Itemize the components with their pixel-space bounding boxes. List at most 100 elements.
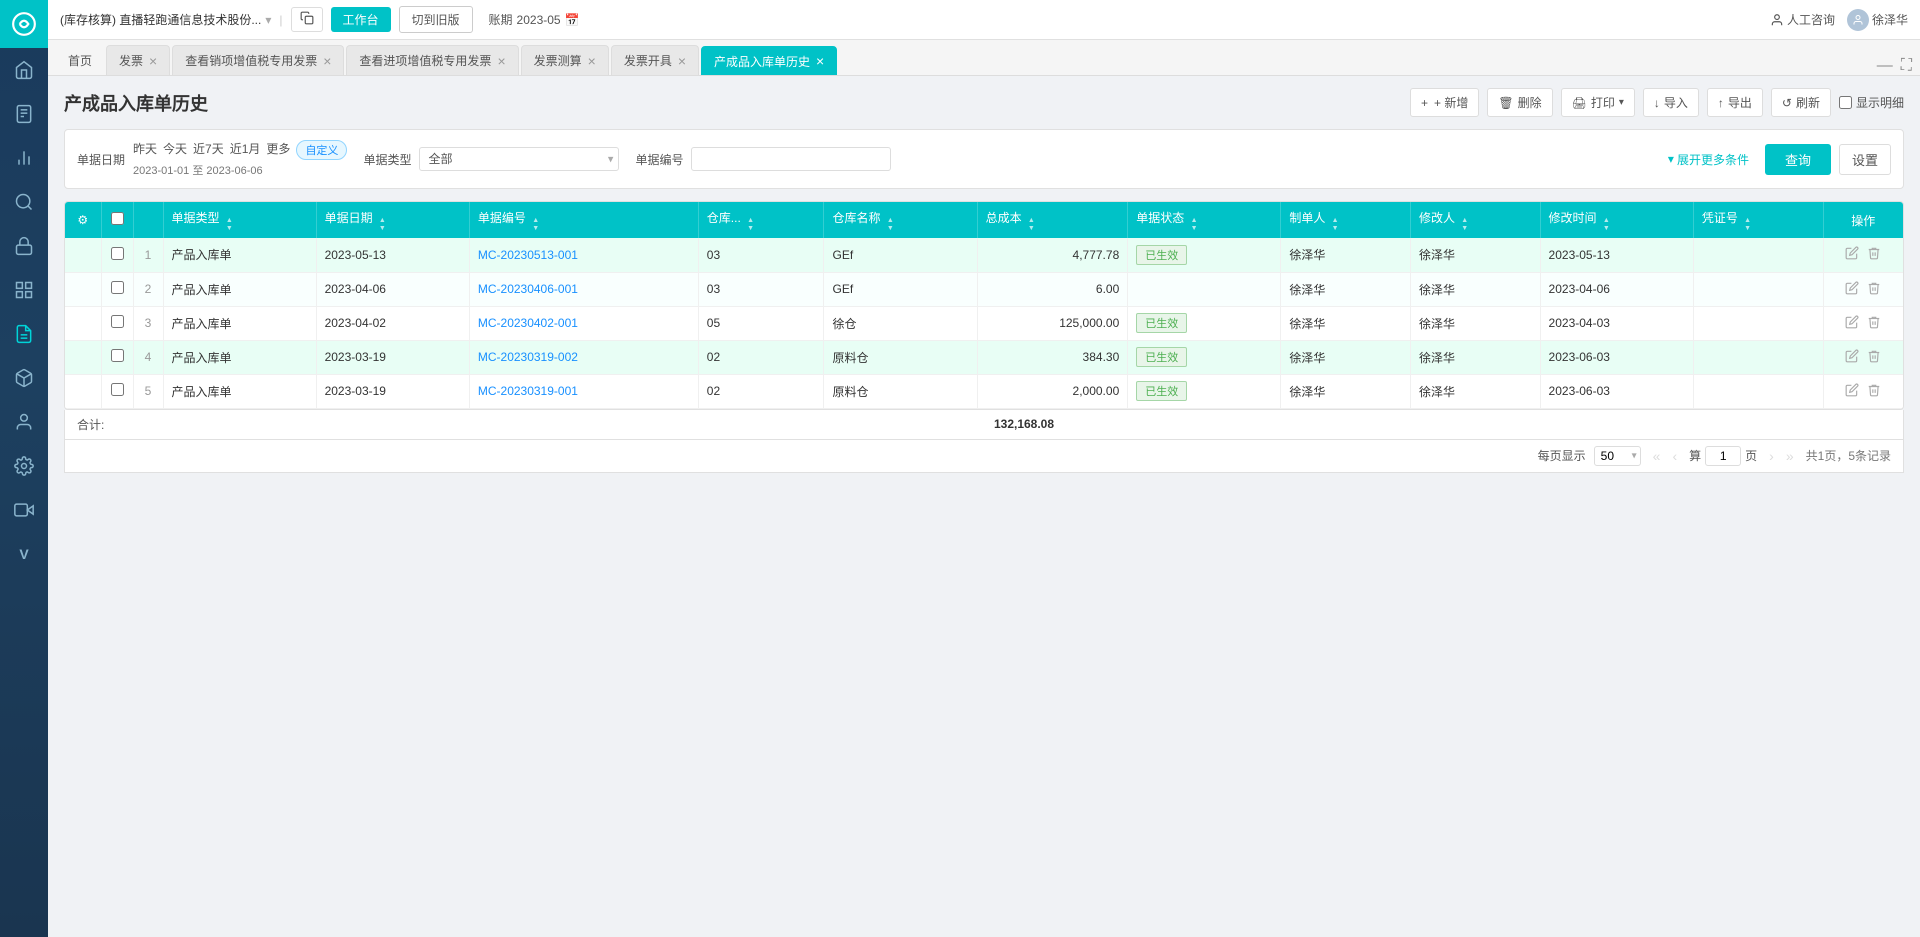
next-page-btn[interactable]: › bbox=[1765, 446, 1778, 466]
col-date[interactable]: 单据日期 ▲▼ bbox=[316, 202, 469, 238]
query-btn[interactable]: 查询 bbox=[1765, 144, 1831, 175]
row-checkbox-cell[interactable] bbox=[101, 374, 133, 408]
col-status[interactable]: 单据状态 ▲▼ bbox=[1128, 202, 1281, 238]
row-delete-icon[interactable] bbox=[1867, 246, 1881, 263]
row-checkbox-cell[interactable] bbox=[101, 238, 133, 272]
sidebar-item-lock[interactable] bbox=[0, 224, 48, 268]
col-voucher[interactable]: 凭证号 ▲▼ bbox=[1693, 202, 1823, 238]
row-number[interactable]: MC-20230513-001 bbox=[469, 238, 698, 272]
row-delete-icon[interactable] bbox=[1867, 281, 1881, 298]
row-number[interactable]: MC-20230319-002 bbox=[469, 340, 698, 374]
sidebar-item-v[interactable]: V bbox=[0, 532, 48, 576]
row-delete-icon[interactable] bbox=[1867, 383, 1881, 400]
date-today[interactable]: 今天 bbox=[163, 140, 187, 160]
col-modify-time[interactable]: 修改时间 ▲▼ bbox=[1540, 202, 1693, 238]
display-detail-checkbox[interactable] bbox=[1839, 96, 1852, 109]
row-edit-icon[interactable] bbox=[1845, 383, 1859, 400]
row-checkbox-cell[interactable] bbox=[101, 306, 133, 340]
user-info[interactable]: 徐泽华 bbox=[1847, 9, 1908, 31]
setting-btn[interactable]: 设置 bbox=[1839, 144, 1891, 175]
date-7days[interactable]: 近7天 bbox=[193, 140, 224, 160]
page-input[interactable] bbox=[1705, 446, 1741, 466]
tab-home[interactable]: 首页 bbox=[56, 45, 104, 75]
row-checkbox[interactable] bbox=[111, 349, 124, 362]
sidebar-item-home[interactable] bbox=[0, 48, 48, 92]
sidebar-item-person[interactable] bbox=[0, 400, 48, 444]
date-more[interactable]: 更多 bbox=[266, 140, 290, 160]
tab-sales-vat[interactable]: 查看销项增值税专用发票 × bbox=[172, 45, 344, 75]
number-input[interactable] bbox=[691, 147, 891, 171]
row-checkbox-cell[interactable] bbox=[101, 272, 133, 306]
sidebar-item-grid[interactable] bbox=[0, 268, 48, 312]
sidebar-item-media[interactable] bbox=[0, 488, 48, 532]
tab-sales-vat-close[interactable]: × bbox=[323, 54, 331, 68]
delete-btn[interactable]: 🗑 删除 bbox=[1487, 88, 1552, 117]
tab-product-history-close[interactable]: × bbox=[816, 54, 824, 68]
workbench-btn[interactable]: 工作台 bbox=[331, 7, 391, 32]
col-type[interactable]: 单据类型 ▲▼ bbox=[163, 202, 316, 238]
help-btn[interactable]: 人工咨询 bbox=[1770, 11, 1835, 28]
switch-btn[interactable]: 切到旧版 bbox=[399, 6, 473, 33]
date-1month[interactable]: 近1月 bbox=[230, 140, 261, 160]
tab-product-history[interactable]: 产成品入库单历史 × bbox=[701, 46, 837, 76]
last-page-btn[interactable]: » bbox=[1782, 446, 1798, 466]
row-checkbox[interactable] bbox=[111, 315, 124, 328]
row-checkbox[interactable] bbox=[111, 383, 124, 396]
company-dropdown-icon[interactable]: ▾ bbox=[265, 13, 271, 27]
prev-page-btn[interactable]: ‹ bbox=[1668, 446, 1681, 466]
date-custom[interactable]: 自定义 bbox=[296, 140, 347, 160]
export-btn[interactable]: ↑ 导出 bbox=[1707, 88, 1763, 117]
sidebar-item-box[interactable] bbox=[0, 356, 48, 400]
expand-filter-btn[interactable]: ▾ 展开更多条件 bbox=[1668, 151, 1749, 168]
app-logo[interactable] bbox=[0, 0, 48, 48]
sidebar-item-analysis[interactable] bbox=[0, 180, 48, 224]
row-number-link[interactable]: MC-20230513-001 bbox=[478, 248, 578, 262]
period-calendar-icon[interactable]: 📅 bbox=[565, 13, 580, 27]
tab-invoice-issue[interactable]: 发票开具 × bbox=[611, 45, 699, 75]
sidebar-item-invoice[interactable] bbox=[0, 312, 48, 356]
copy-btn[interactable] bbox=[291, 7, 323, 32]
col-warehouse-code[interactable]: 仓库... ▲▼ bbox=[698, 202, 824, 238]
row-checkbox[interactable] bbox=[111, 281, 124, 294]
per-page-select[interactable]: 20 50 100 bbox=[1594, 446, 1641, 466]
col-checkbox[interactable] bbox=[101, 202, 133, 238]
col-modifier[interactable]: 修改人 ▲▼ bbox=[1410, 202, 1540, 238]
new-btn[interactable]: + + 新增 bbox=[1410, 88, 1479, 117]
row-edit-icon[interactable] bbox=[1845, 349, 1859, 366]
row-checkbox[interactable] bbox=[111, 247, 124, 260]
tab-invoice-issue-close[interactable]: × bbox=[678, 54, 686, 68]
refresh-btn[interactable]: ↺ 刷新 bbox=[1771, 88, 1831, 117]
window-minimize-btn[interactable]: — bbox=[1877, 57, 1893, 75]
col-warehouse-name[interactable]: 仓库名称 ▲▼ bbox=[824, 202, 977, 238]
row-number-link[interactable]: MC-20230406-001 bbox=[478, 282, 578, 296]
col-creator[interactable]: 制单人 ▲▼ bbox=[1281, 202, 1411, 238]
tab-invoice[interactable]: 发票 × bbox=[106, 45, 170, 75]
window-maximize-btn[interactable]: ⛶ bbox=[1901, 57, 1912, 75]
row-number-link[interactable]: MC-20230319-001 bbox=[478, 384, 578, 398]
row-number[interactable]: MC-20230319-001 bbox=[469, 374, 698, 408]
print-btn[interactable]: 🖨 打印 ▾ bbox=[1561, 88, 1635, 117]
row-checkbox-cell[interactable] bbox=[101, 340, 133, 374]
sidebar-item-chart[interactable] bbox=[0, 136, 48, 180]
tab-tax-calc[interactable]: 发票测算 × bbox=[521, 45, 609, 75]
sidebar-item-settings[interactable] bbox=[0, 444, 48, 488]
type-select[interactable]: 全部 bbox=[419, 147, 619, 171]
import-btn[interactable]: ↓ 导入 bbox=[1643, 88, 1699, 117]
sidebar-item-document[interactable] bbox=[0, 92, 48, 136]
col-settings[interactable]: ⚙ bbox=[65, 202, 101, 238]
col-total-cost[interactable]: 总成本 ▲▼ bbox=[977, 202, 1128, 238]
row-number-link[interactable]: MC-20230319-002 bbox=[478, 350, 578, 364]
row-edit-icon[interactable] bbox=[1845, 246, 1859, 263]
row-number[interactable]: MC-20230402-001 bbox=[469, 306, 698, 340]
tab-purchase-vat-close[interactable]: × bbox=[497, 54, 505, 68]
date-yesterday[interactable]: 昨天 bbox=[133, 140, 157, 160]
row-number-link[interactable]: MC-20230402-001 bbox=[478, 316, 578, 330]
row-edit-icon[interactable] bbox=[1845, 315, 1859, 332]
tab-purchase-vat[interactable]: 查看进项增值税专用发票 × bbox=[346, 45, 518, 75]
first-page-btn[interactable]: « bbox=[1649, 446, 1665, 466]
row-edit-icon[interactable] bbox=[1845, 281, 1859, 298]
tab-tax-calc-close[interactable]: × bbox=[588, 54, 596, 68]
col-number[interactable]: 单据编号 ▲▼ bbox=[469, 202, 698, 238]
row-number[interactable]: MC-20230406-001 bbox=[469, 272, 698, 306]
row-delete-icon[interactable] bbox=[1867, 315, 1881, 332]
